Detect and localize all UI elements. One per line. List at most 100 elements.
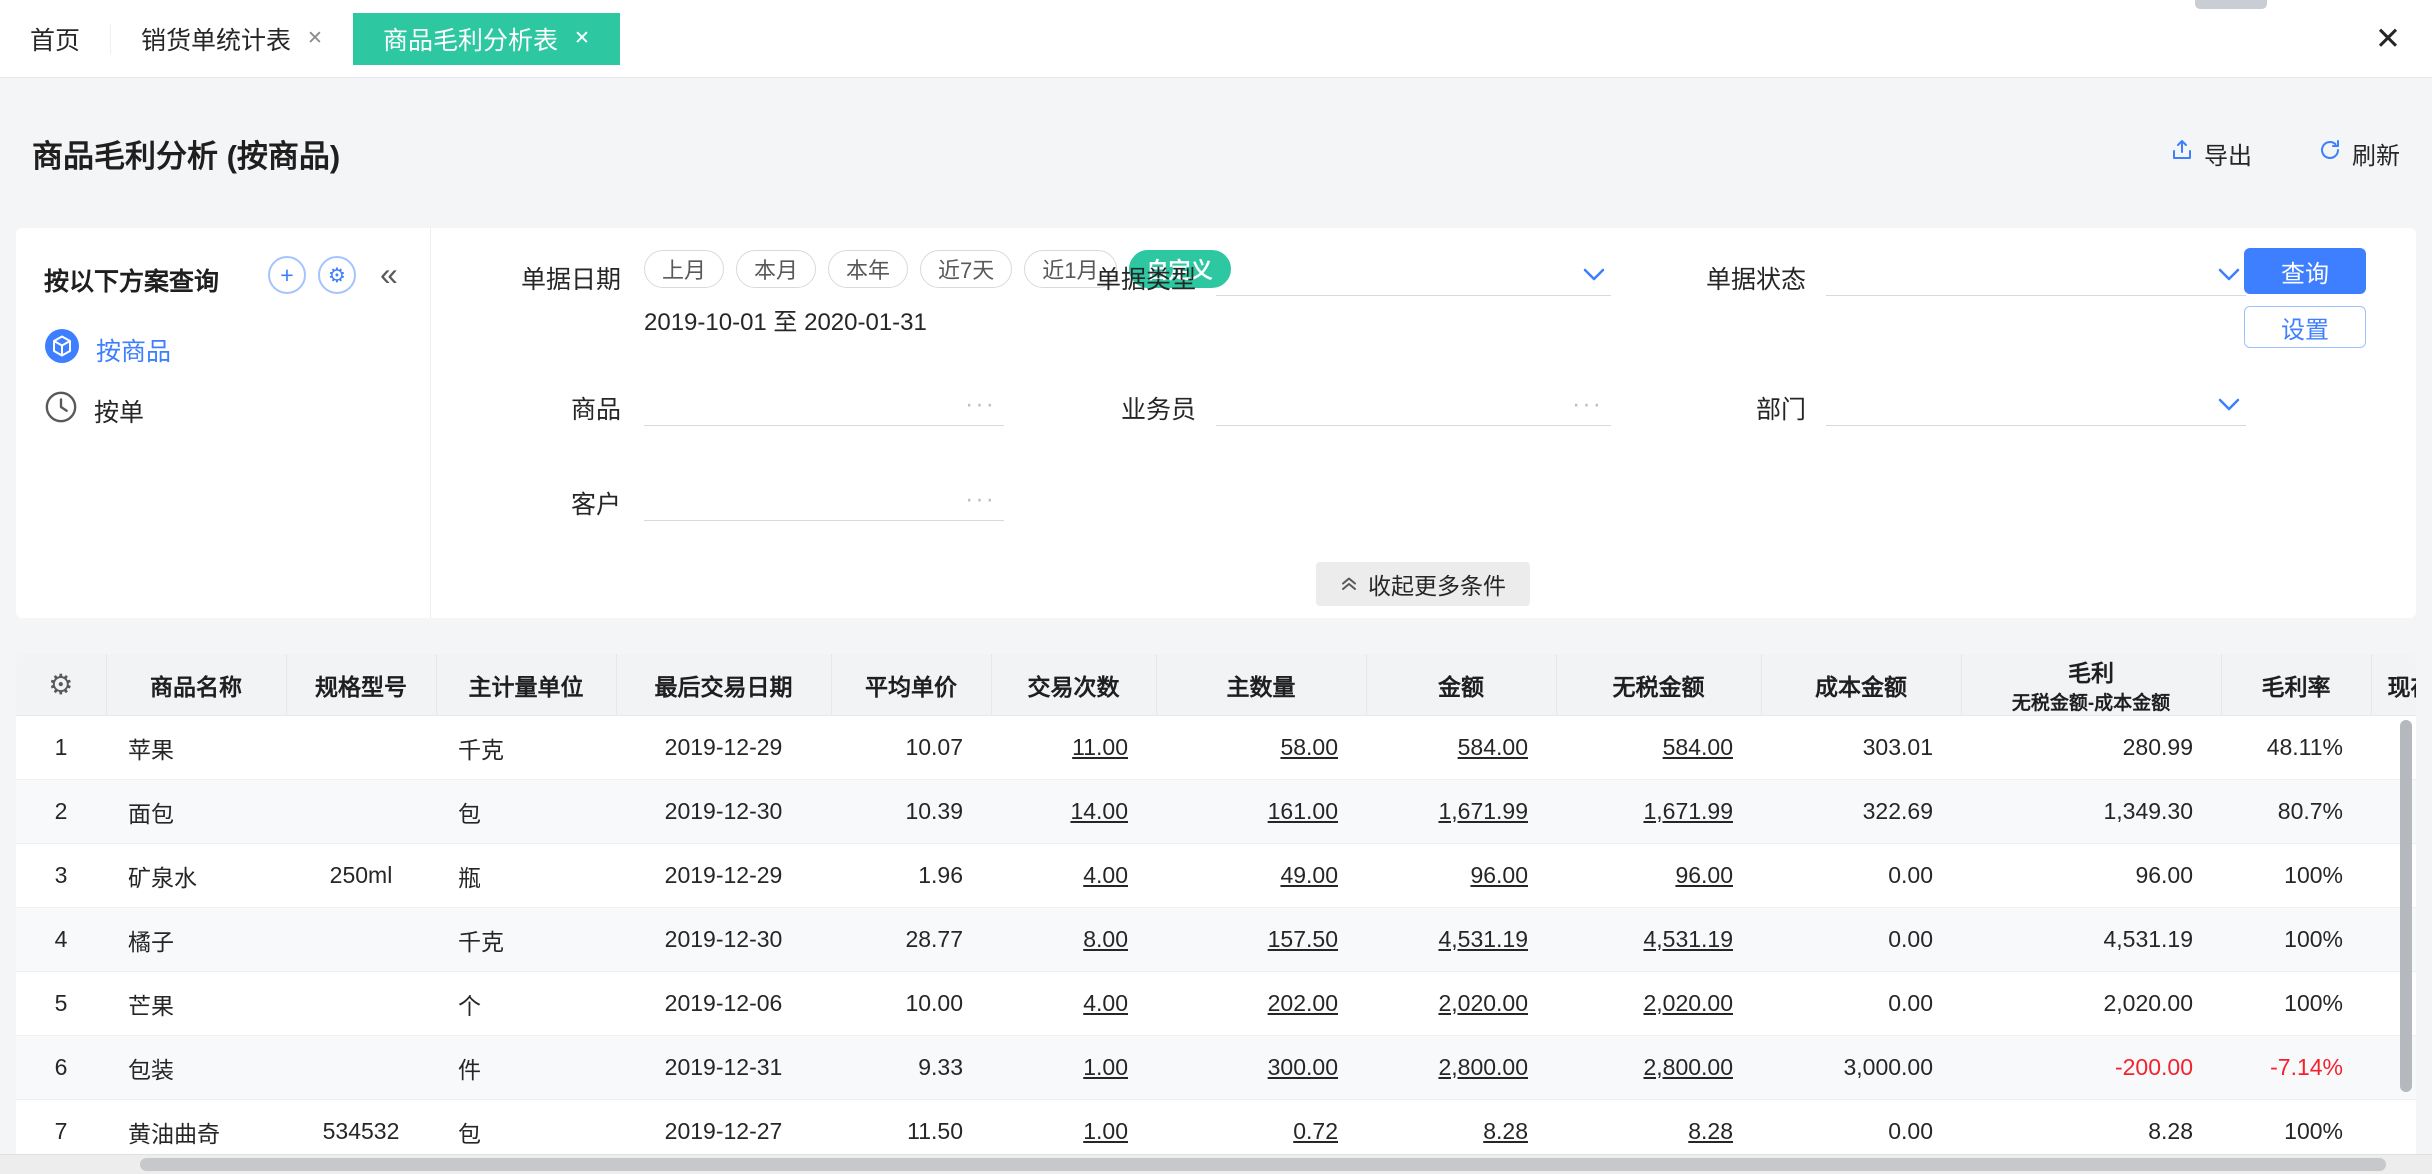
date-quick-pill[interactable]: 近7天 [920, 250, 1013, 288]
add-scheme-button[interactable]: + [268, 256, 306, 294]
col-header-avg-price[interactable]: 平均单价 [831, 654, 992, 716]
scheme-settings-button[interactable]: ⚙ [318, 256, 356, 294]
scheme-item-by-product[interactable]: 按商品 [44, 328, 171, 371]
doc-status-select[interactable] [1826, 254, 2246, 296]
col-header-unit[interactable]: 主计量单位 [436, 654, 617, 716]
tab-label: 销货单统计表 [141, 26, 292, 55]
row-number: 6 [16, 1035, 106, 1100]
cell-notax-amount[interactable]: 584.00 [1556, 715, 1761, 780]
cell-notax-amount[interactable]: 2,020.00 [1556, 971, 1761, 1036]
col-header-spec[interactable]: 规格型号 [286, 654, 437, 716]
cell-profit: 96.00 [1961, 843, 2221, 908]
cell-main-qty[interactable]: 49.00 [1156, 843, 1366, 908]
cell-avg-price: 10.39 [831, 779, 991, 844]
cell-notax-amount[interactable]: 96.00 [1556, 843, 1761, 908]
tab-close-icon[interactable]: ✕ [307, 29, 323, 48]
date-quick-pill[interactable]: 本月 [736, 250, 817, 288]
cell-txn-count[interactable]: 1.00 [991, 1035, 1156, 1100]
horizontal-scrollbar-thumb[interactable] [140, 1158, 2386, 1171]
date-range-value[interactable]: 2019-10-01 至 2020-01-31 [644, 302, 927, 337]
col-header-product-name[interactable]: 商品名称 [106, 654, 287, 716]
table-row[interactable]: 5 芒果个 2019-12-06 10.00 4.00 202.00 2,020.00 2,0… [16, 971, 2416, 1036]
cell-amount[interactable]: 2,800.00 [1366, 1035, 1556, 1100]
cell-main-qty[interactable]: 157.50 [1156, 907, 1366, 972]
collapse-panel-icon[interactable]: « [380, 256, 398, 293]
table-row[interactable]: 4 橘子 千克 2019-12-30 28.77 8.00 157.50 4,531.19 4,… [16, 907, 2416, 972]
department-select[interactable] [1826, 384, 2246, 426]
cell-amount[interactable]: 1,671.99 [1366, 779, 1556, 844]
cell-notax-amount[interactable]: 4,531.19 [1556, 907, 1761, 972]
table-row[interactable]: 2 面包包 2019-12-30 10.39 14.00 161.00 1,671.99 1,… [16, 779, 2416, 844]
department-filter-label: 部门 [1755, 396, 1806, 424]
tab-gross-profit-analysis[interactable]: 商品毛利分析表 ✕ [352, 12, 620, 65]
cell-txn-count[interactable]: 11.00 [991, 715, 1156, 780]
more-icon[interactable]: ··· [1572, 390, 1603, 419]
app-screen: 首页 销货单统计表 ✕ 商品毛利分析表 ✕ ✕ 商品毛利分析 (按商品) 导出 [0, 0, 2432, 1174]
chevron-down-icon [2218, 398, 2240, 417]
vertical-scrollbar-thumb[interactable] [2400, 720, 2412, 1092]
table-row[interactable]: 1 苹果 千克 2019-12-29 10.07 11.00 58.00 584.00 584.… [16, 715, 2416, 780]
col-header-notax-amount[interactable]: 无税金额 [1556, 654, 1762, 716]
col-header-stock[interactable]: 现存量 [2371, 654, 2416, 716]
product-input[interactable]: ··· [644, 384, 1004, 426]
column-settings-gear-icon[interactable]: ⚙ [16, 654, 107, 716]
collapse-more-button[interactable]: 收起更多条件 [1316, 562, 1530, 606]
cell-main-qty[interactable]: 161.00 [1156, 779, 1366, 844]
cell-margin: -7.14% [2221, 1035, 2371, 1100]
double-chevron-up-icon [1340, 571, 1358, 598]
cell-notax-amount[interactable]: 2,800.00 [1556, 1035, 1761, 1100]
collapse-more-label: 收起更多条件 [1368, 573, 1506, 599]
cell-product-name: 面包 [106, 779, 286, 844]
close-icon[interactable]: ✕ [2358, 9, 2418, 69]
tab-sales-statistics[interactable]: 销货单统计表 ✕ [111, 13, 353, 65]
cell-last-trade-date: 2019-12-30 [616, 779, 831, 844]
cell-product-name: 苹果 [106, 715, 286, 780]
table-row[interactable]: 3 矿泉水 250ml 瓶 2019-12-29 1.96 4.00 49.00 96.00 96… [16, 843, 2416, 908]
tab-close-icon[interactable]: ✕ [574, 29, 590, 48]
salesman-input[interactable]: ··· [1216, 384, 1611, 426]
cell-txn-count[interactable]: 4.00 [991, 843, 1156, 908]
horizontal-scrollbar-track[interactable] [0, 1154, 2432, 1174]
cell-spec [286, 907, 436, 972]
doc-status-label: 单据状态 [1705, 266, 1806, 294]
col-header-margin[interactable]: 毛利率 [2221, 654, 2372, 716]
col-header-last-trade-date[interactable]: 最后交易日期 [616, 654, 832, 716]
cell-main-qty[interactable]: 58.00 [1156, 715, 1366, 780]
scheme-item-by-order[interactable]: 按单 [44, 390, 144, 431]
cell-main-qty[interactable]: 202.00 [1156, 971, 1366, 1036]
query-button[interactable]: 查询 [2244, 248, 2366, 294]
cell-amount[interactable]: 2,020.00 [1366, 971, 1556, 1036]
table-row[interactable]: 6 包装件 2019-12-31 9.33 1.00 300.00 2,800.00 2,80… [16, 1035, 2416, 1100]
col-header-txn-count[interactable]: 交易次数 [991, 654, 1157, 716]
cell-amount[interactable]: 4,531.19 [1366, 907, 1556, 972]
cell-txn-count[interactable]: 8.00 [991, 907, 1156, 972]
refresh-label: 刷新 [2352, 142, 2400, 170]
date-quick-pill[interactable]: 本年 [828, 250, 909, 288]
col-header-main-qty[interactable]: 主数量 [1156, 654, 1367, 716]
doc-type-select[interactable] [1216, 254, 1611, 296]
cell-main-qty[interactable]: 300.00 [1156, 1035, 1366, 1100]
cell-txn-count[interactable]: 14.00 [991, 779, 1156, 844]
refresh-button[interactable]: 刷新 [2318, 136, 2400, 171]
more-icon[interactable]: ··· [965, 485, 996, 514]
tab-home[interactable]: 首页 [0, 13, 110, 65]
window-scrollbar-thumb[interactable] [2195, 0, 2267, 9]
col-header-profit[interactable]: 毛利 无税金额-成本金额 [1961, 654, 2222, 716]
cell-amount[interactable]: 96.00 [1366, 843, 1556, 908]
date-filter-label: 单据日期 [520, 266, 621, 294]
more-icon[interactable]: ··· [965, 390, 996, 419]
export-button[interactable]: 导出 [2170, 136, 2252, 171]
date-quick-pill[interactable]: 上月 [644, 250, 725, 288]
cell-txn-count[interactable]: 4.00 [991, 971, 1156, 1036]
cell-avg-price: 10.07 [831, 715, 991, 780]
col-header-amount[interactable]: 金额 [1366, 654, 1557, 716]
cell-amount[interactable]: 584.00 [1366, 715, 1556, 780]
export-label: 导出 [2204, 142, 2252, 170]
cell-cost-amount: 0.00 [1761, 971, 1961, 1036]
cell-cost-amount: 322.69 [1761, 779, 1961, 844]
settings-button[interactable]: 设置 [2244, 306, 2366, 348]
col-header-cost-amount[interactable]: 成本金额 [1761, 654, 1962, 716]
customer-input[interactable]: ··· [644, 479, 1004, 521]
cell-avg-price: 10.00 [831, 971, 991, 1036]
cell-notax-amount[interactable]: 1,671.99 [1556, 779, 1761, 844]
